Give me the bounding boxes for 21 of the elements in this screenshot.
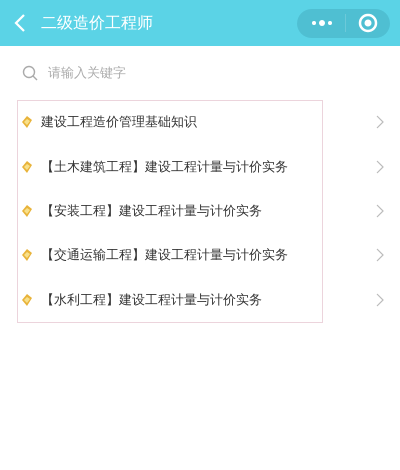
chevron-icon: [376, 204, 384, 218]
item-label: 【土木建筑工程】建设工程计量与计价实务: [41, 158, 289, 176]
page-title: 二级造价工程师: [41, 12, 154, 34]
list-item[interactable]: 【交通运输工程】建设工程计量与计价实务: [0, 233, 400, 278]
chevron-icon: [376, 160, 384, 174]
search-icon: [22, 65, 38, 81]
more-icon[interactable]: [311, 19, 333, 27]
search-field[interactable]: 请输入关键字: [46, 64, 350, 82]
list-item[interactable]: 【安装工程】建设工程计量与计价实务: [0, 188, 400, 234]
back-icon[interactable]: [14, 14, 26, 32]
item-label: 【水利工程】建设工程计量与计价实务: [41, 292, 263, 309]
chevron-icon: [376, 115, 384, 130]
list-item[interactable]: 【土木建筑工程】建设工程计量与计价实务: [0, 144, 400, 189]
chevron-icon: [376, 292, 384, 307]
item-label: 【安装工程】建设工程计量与计价实务: [41, 202, 263, 220]
item-label: 【交通运输工程】建设工程计量与计价实务: [41, 247, 289, 264]
list-item[interactable]: 【水利工程】建设工程计量与计价实务: [0, 278, 400, 322]
chevron-icon: [376, 248, 384, 262]
list-item[interactable]: 建设工程造价管理基础知识: [0, 100, 400, 144]
item-label: 建设工程造价管理基础知识: [41, 114, 198, 132]
close-icon[interactable]: [358, 13, 378, 33]
